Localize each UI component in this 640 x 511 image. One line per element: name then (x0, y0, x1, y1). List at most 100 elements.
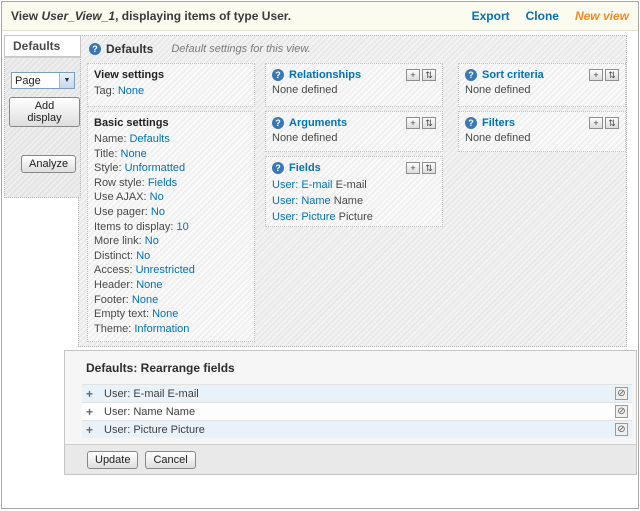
setting-row: Use AJAX: No (94, 190, 248, 205)
analyze-button[interactable]: Analyze (21, 155, 77, 173)
rearrange-arguments-button[interactable]: ⇅ (422, 117, 436, 129)
remove-icon[interactable]: ⊘ (615, 387, 628, 400)
basic-settings-title: Basic settings (94, 117, 169, 129)
update-button[interactable]: Update (87, 450, 139, 469)
rearrange-relationships-button[interactable]: ⇅ (422, 69, 436, 81)
setting-label: Footer: (94, 293, 129, 306)
display-type-select-value: Page (15, 74, 41, 87)
setting-value-link[interactable]: No (151, 206, 165, 218)
field-row-label: User: Picture Picture (104, 423, 205, 436)
rearrange-fields-button[interactable]: ⇅ (422, 162, 436, 174)
setting-value-link[interactable]: 10 (177, 221, 189, 233)
add-display-button[interactable]: Add display (9, 97, 80, 127)
setting-value-link[interactable]: None (136, 279, 162, 291)
drag-handle-icon[interactable]: + (82, 405, 104, 419)
fields-box: ? Fields + ⇅ User: E-mail E-mail User: N… (265, 156, 443, 227)
field-row-label: User: Name Name (104, 405, 196, 418)
view-settings-title: View settings (94, 69, 165, 81)
setting-label: Items to display: (94, 220, 174, 233)
add-argument-button[interactable]: + (406, 117, 420, 129)
setting-value-link[interactable]: None (121, 148, 147, 160)
setting-value-link[interactable]: Unrestricted (136, 264, 195, 276)
setting-label: Tag: (94, 85, 115, 97)
add-sort-button[interactable]: + (589, 69, 603, 81)
clone-link[interactable]: Clone (526, 9, 559, 23)
help-icon[interactable]: ? (272, 117, 284, 129)
arguments-box: ? Arguments + ⇅ None defined (265, 111, 443, 152)
filters-link[interactable]: Filters (482, 117, 515, 129)
field-label-suffix: Name (333, 195, 364, 207)
view-settings-list: Tag: None (94, 84, 248, 99)
setting-value-link[interactable]: Fields (148, 177, 177, 189)
add-field-button[interactable]: + (406, 162, 420, 174)
drag-handle-icon[interactable]: + (82, 423, 104, 437)
remove-icon[interactable]: ⊘ (615, 423, 628, 436)
field-link[interactable]: User: Picture (272, 211, 336, 223)
help-icon[interactable]: ? (89, 43, 101, 55)
field-label-suffix: E-mail (335, 179, 367, 191)
sort-criteria-header: ? Sort criteria + ⇅ (465, 69, 619, 81)
field-row-label: User: E-mail E-mail (104, 387, 199, 400)
chevron-down-icon: ▼ (59, 73, 74, 88)
display-controls-sidebar: Page ▼ Add display Analyze (4, 57, 81, 198)
arguments-actions: + ⇅ (406, 117, 436, 129)
setting-label: Use pager: (94, 205, 148, 218)
setting-value-link[interactable]: Defaults (129, 133, 169, 145)
help-icon[interactable]: ? (272, 69, 284, 81)
setting-label: Access: (94, 264, 133, 277)
arguments-link[interactable]: Arguments (289, 117, 347, 129)
tab-defaults[interactable]: Defaults (4, 35, 81, 57)
sort-criteria-link[interactable]: Sort criteria (482, 69, 544, 81)
help-icon[interactable]: ? (465, 117, 477, 129)
setting-row: Theme: Information (94, 322, 248, 337)
field-row: User: E-mail E-mail (272, 177, 436, 193)
rearrange-fields-form: Defaults: Rearrange fields + User: E-mai… (64, 350, 637, 475)
setting-row: More link: No (94, 234, 248, 249)
filters-empty-text: None defined (465, 132, 531, 144)
rearrange-filters-button[interactable]: ⇅ (605, 117, 619, 129)
relationships-actions: + ⇅ (406, 69, 436, 81)
setting-row: Distinct: No (94, 249, 248, 264)
relationships-header: ? Relationships + ⇅ (272, 69, 436, 81)
setting-label: Distinct: (94, 249, 134, 262)
remove-icon[interactable]: ⊘ (615, 405, 628, 418)
setting-row: Empty text: None (94, 307, 248, 322)
display-type-select[interactable]: Page ▼ (11, 72, 75, 89)
setting-row: Name: Defaults (94, 132, 248, 147)
new-view-link[interactable]: New view (575, 9, 629, 23)
rearrange-sorts-button[interactable]: ⇅ (605, 69, 619, 81)
view-header-bar: View User_View_1, displaying items of ty… (2, 2, 638, 31)
setting-row: Items to display: 10 (94, 220, 248, 235)
setting-value-link[interactable]: None (118, 85, 144, 97)
view-name: User_View_1 (41, 9, 116, 23)
field-link[interactable]: User: Name (272, 195, 331, 207)
add-filter-button[interactable]: + (589, 117, 603, 129)
add-relationship-button[interactable]: + (406, 69, 420, 81)
setting-row: Tag: None (94, 84, 248, 99)
fields-list: User: E-mail E-mail User: Name Name User… (272, 177, 436, 225)
setting-value-link[interactable]: None (152, 308, 178, 320)
setting-value-link[interactable]: Unformatted (125, 162, 186, 174)
fields-header: ? Fields + ⇅ (272, 162, 436, 174)
fields-actions: + ⇅ (406, 162, 436, 174)
field-link[interactable]: User: E-mail (272, 179, 333, 191)
export-link[interactable]: Export (472, 9, 510, 23)
help-icon[interactable]: ? (465, 69, 477, 81)
setting-value-link[interactable]: No (150, 191, 164, 203)
cancel-button[interactable]: Cancel (145, 450, 196, 469)
view-title: View User_View_1, displaying items of ty… (11, 9, 291, 23)
fields-link[interactable]: Fields (289, 162, 321, 174)
sort-criteria-actions: + ⇅ (589, 69, 619, 81)
relationships-link[interactable]: Relationships (289, 69, 361, 81)
help-icon[interactable]: ? (272, 162, 284, 174)
setting-label: More link: (94, 235, 142, 248)
arguments-empty-text: None defined (272, 132, 338, 144)
form-actions: Update Cancel (65, 444, 636, 474)
drag-handle-icon[interactable]: + (82, 387, 104, 401)
setting-value-link[interactable]: No (145, 235, 159, 247)
setting-value-link[interactable]: None (132, 294, 158, 306)
setting-label: Empty text: (94, 308, 150, 321)
panel-header: ? Defaults Default settings for this vie… (89, 42, 311, 56)
setting-value-link[interactable]: No (136, 250, 150, 262)
setting-value-link[interactable]: Information (134, 323, 189, 335)
